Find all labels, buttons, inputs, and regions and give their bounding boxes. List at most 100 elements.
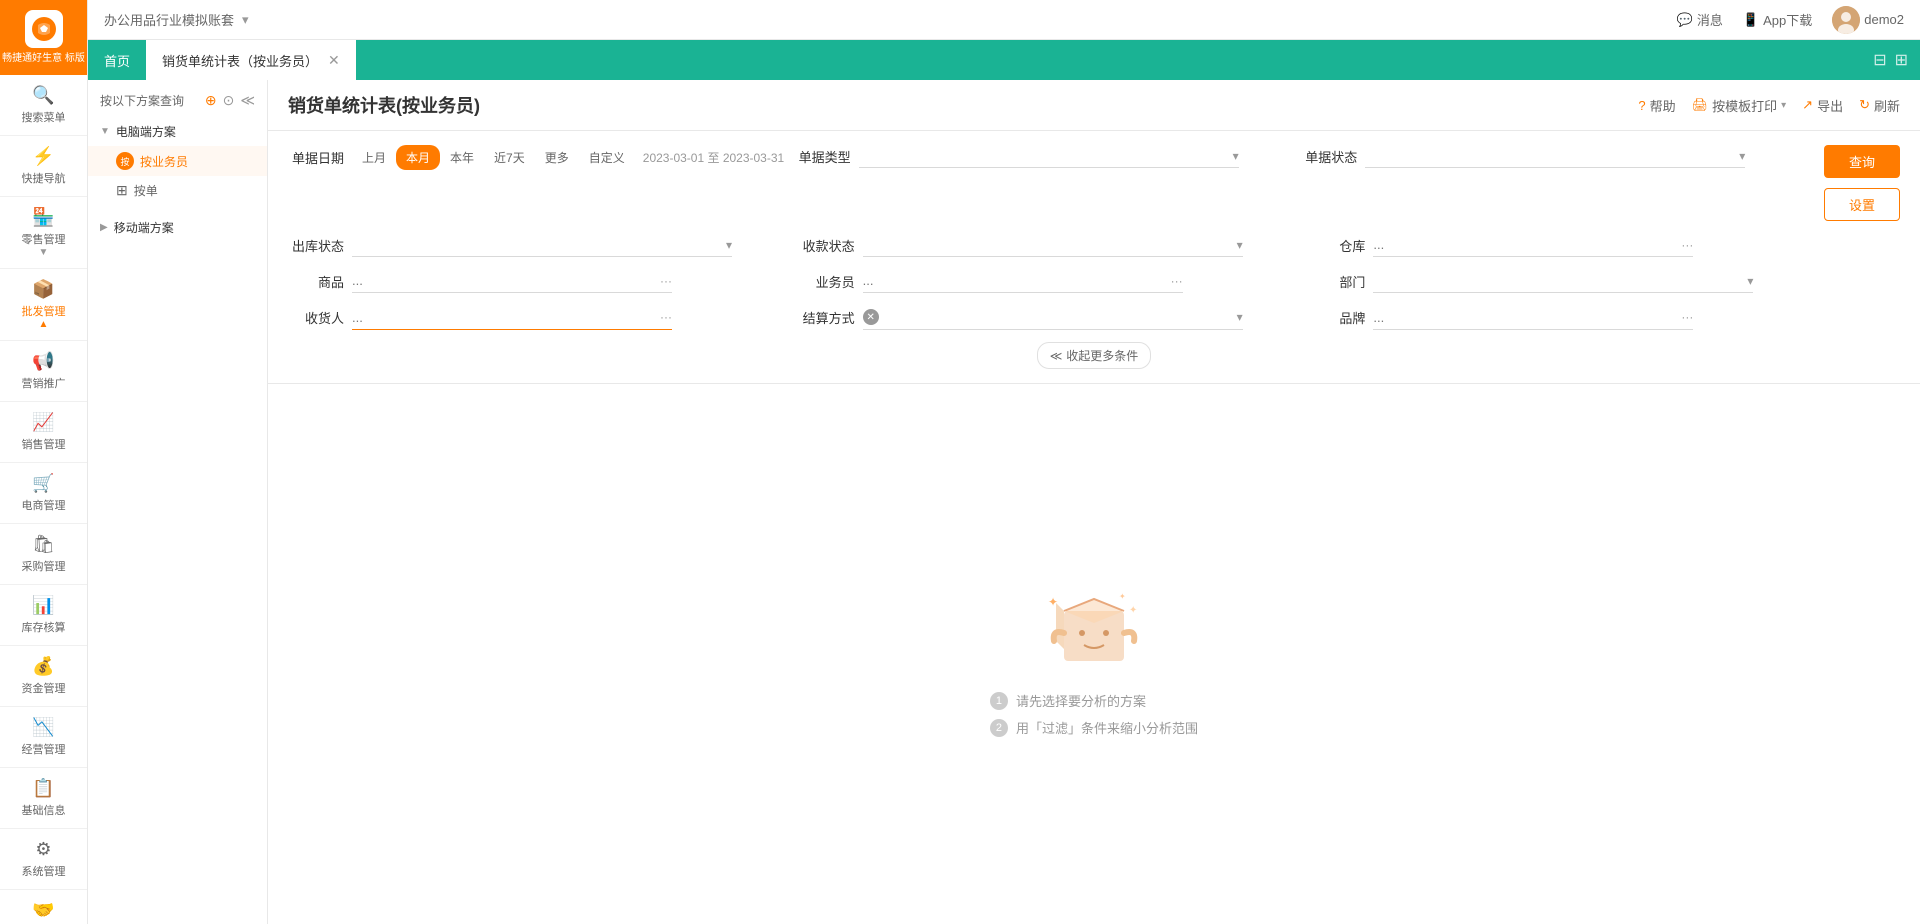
finance-icon: 💰	[32, 656, 54, 677]
settlement-arrow-icon: ▾	[1237, 310, 1243, 324]
app-download-action[interactable]: 📱 App下载	[1743, 10, 1812, 29]
tab-sales-stat[interactable]: 销货单统计表（按业务员） ✕	[146, 40, 356, 80]
scheme-by-order[interactable]: ⊞ 按单	[88, 176, 267, 205]
warehouse-input[interactable]	[1373, 233, 1681, 256]
warehouse-suffix-icon[interactable]: ···	[1681, 238, 1693, 252]
sidebar-item-wholesale[interactable]: 📦 批发管理 ▲	[0, 269, 87, 341]
edit-scheme-icon[interactable]: ⊙	[223, 92, 235, 109]
main-content: 办公用品行业模拟账套 ▾ 💬 消息 📱 App下载 de	[88, 0, 1920, 924]
staff-input[interactable]	[863, 269, 1171, 292]
template-print-button[interactable]: 🖨 按模板打印 ▾	[1692, 96, 1787, 115]
settlement-clear-icon[interactable]: ✕	[863, 309, 879, 325]
dept-label: 部门	[1309, 272, 1365, 291]
query-button[interactable]: 查询	[1824, 145, 1900, 178]
goods-label: 商品	[288, 272, 344, 291]
sales-icon: 📈	[32, 412, 54, 433]
breadcrumb-arrow: ▾	[242, 12, 249, 28]
goods-input[interactable]	[352, 269, 660, 292]
query-action-col: 查询 设置	[1824, 145, 1900, 221]
sidebar-item-label: 搜索菜单	[22, 109, 66, 125]
sidebar-item-label: 销售管理	[22, 436, 66, 452]
message-action[interactable]: 💬 消息	[1677, 10, 1723, 29]
message-label: 消息	[1697, 10, 1723, 29]
sidebar-item-enterprise[interactable]: 🤝 企业协同	[0, 890, 87, 924]
doc-status-select[interactable]: ▾	[1365, 145, 1745, 168]
brand-label: 品牌	[1309, 308, 1365, 327]
wholesale-icon: 📦	[32, 279, 54, 300]
date-tab-last-7[interactable]: 近7天	[484, 145, 535, 170]
tab-maximize-icon[interactable]: ⊞	[1895, 50, 1908, 70]
tab-home-label: 首页	[104, 51, 130, 70]
svg-text:✦: ✦	[1129, 605, 1137, 616]
date-tab-last-month[interactable]: 上月	[352, 145, 396, 170]
page-title-bar: 销货单统计表(按业务员) ? 帮助 🖨 按模板打印 ▾ ↗ 导出	[268, 80, 1920, 131]
brand-input[interactable]	[1373, 306, 1681, 329]
sidebar-item-search-menu[interactable]: 🔍 搜索菜单	[0, 75, 87, 136]
scheme-by-order-label: 按单	[134, 182, 158, 199]
desktop-section: ▼ 电脑端方案 按 按业务员 ⊞ 按单	[88, 117, 267, 213]
sidebar-item-marketing[interactable]: 📢 营销推广	[0, 341, 87, 402]
sidebar-item-label: 电商管理	[22, 497, 66, 513]
out-status-select[interactable]: ▾	[352, 234, 732, 257]
sidebar-item-sales[interactable]: 📈 销售管理	[0, 402, 87, 463]
receiver-label: 收货人	[288, 308, 344, 327]
logo-text: 畅捷通好生意 标版	[2, 52, 85, 65]
doc-type-select[interactable]: ▾	[859, 145, 1239, 168]
mobile-section-title[interactable]: ▶ 移动端方案	[88, 213, 267, 242]
date-range-text: 2023-03-01 至 2023-03-31	[643, 149, 784, 166]
date-tab-this-year[interactable]: 本年	[440, 145, 484, 170]
sidebar-item-purchase[interactable]: 🛍 采购管理	[0, 524, 87, 585]
tab-sales-stat-label: 销货单统计表（按业务员）	[162, 51, 318, 70]
date-filter-row: 上月 本月 本年 近7天 更多 自定义 2023-03-01 至 2023-03…	[352, 145, 784, 170]
empty-tip-1: 1 请先选择要分析的方案	[990, 691, 1198, 710]
scheme-by-staff[interactable]: 按 按业务员	[88, 146, 267, 176]
collapse-button[interactable]: ≪ 收起更多条件	[1037, 342, 1152, 369]
desktop-section-title[interactable]: ▼ 电脑端方案	[88, 117, 267, 146]
sidebar-item-label: 营销推广	[22, 375, 66, 391]
dept-select[interactable]: ▾	[1373, 270, 1753, 293]
receiver-input[interactable]	[352, 306, 660, 329]
payment-status-arrow-icon: ▾	[1237, 238, 1243, 252]
sidebar-item-finance[interactable]: 💰 资金管理	[0, 646, 87, 707]
sidebar-item-system[interactable]: ⚙ 系统管理	[0, 829, 87, 890]
date-tab-custom[interactable]: 自定义	[579, 145, 635, 170]
receiver-suffix-icon[interactable]: ···	[660, 310, 672, 324]
goods-suffix-icon[interactable]: ···	[660, 274, 672, 288]
settings-button[interactable]: 设置	[1824, 188, 1900, 221]
sidebar-item-ecommerce[interactable]: 🛒 电商管理	[0, 463, 87, 524]
brand-suffix-icon[interactable]: ···	[1681, 310, 1693, 324]
desktop-section-label: 电脑端方案	[116, 123, 176, 140]
goods-input-wrap: ···	[352, 269, 672, 293]
tab-close-icon[interactable]: ✕	[328, 52, 340, 69]
date-tab-more[interactable]: 更多	[535, 145, 579, 170]
tab-minimize-icon[interactable]: ⊟	[1873, 50, 1886, 70]
export-label: 导出	[1817, 96, 1843, 115]
export-button[interactable]: ↗ 导出	[1802, 96, 1843, 115]
help-button[interactable]: ? 帮助	[1638, 96, 1675, 115]
help-icon: ?	[1638, 98, 1645, 113]
staff-label: 业务员	[799, 272, 855, 291]
staff-suffix-icon[interactable]: ···	[1171, 274, 1183, 288]
template-print-arrow-icon: ▾	[1781, 100, 1786, 111]
refresh-button[interactable]: ↻ 刷新	[1859, 96, 1900, 115]
user-profile-action[interactable]: demo2	[1832, 6, 1904, 34]
sidebar-item-quick-nav[interactable]: ⚡ 快捷导航	[0, 136, 87, 197]
add-scheme-icon[interactable]: ⊕	[205, 92, 217, 109]
settlement-select[interactable]: ✕ ▾	[863, 305, 1243, 330]
left-panel-header: 按以下方案查询 ⊕ ⊙ ≪	[88, 92, 267, 117]
sidebar-item-inventory[interactable]: 📊 库存核算	[0, 585, 87, 646]
industry-label: 办公用品行业模拟账套	[104, 10, 234, 29]
out-status-arrow-icon: ▾	[726, 238, 732, 252]
print-icon: 🖨	[1692, 97, 1709, 113]
app-download-label: App下载	[1763, 10, 1812, 29]
payment-status-label: 收款状态	[799, 236, 855, 255]
payment-status-select[interactable]: ▾	[863, 234, 1243, 257]
collapse-panel-icon[interactable]: ≪	[240, 92, 255, 109]
date-tab-this-month[interactable]: 本月	[396, 145, 440, 170]
mobile-icon: 📱	[1743, 12, 1759, 28]
sidebar-item-operation[interactable]: 📉 经营管理	[0, 707, 87, 768]
sidebar-item-retail[interactable]: 🏪 零售管理 ▼	[0, 197, 87, 269]
user-name-label: demo2	[1864, 12, 1904, 27]
tab-home[interactable]: 首页	[88, 40, 146, 80]
sidebar-item-basic[interactable]: 📋 基础信息	[0, 768, 87, 829]
